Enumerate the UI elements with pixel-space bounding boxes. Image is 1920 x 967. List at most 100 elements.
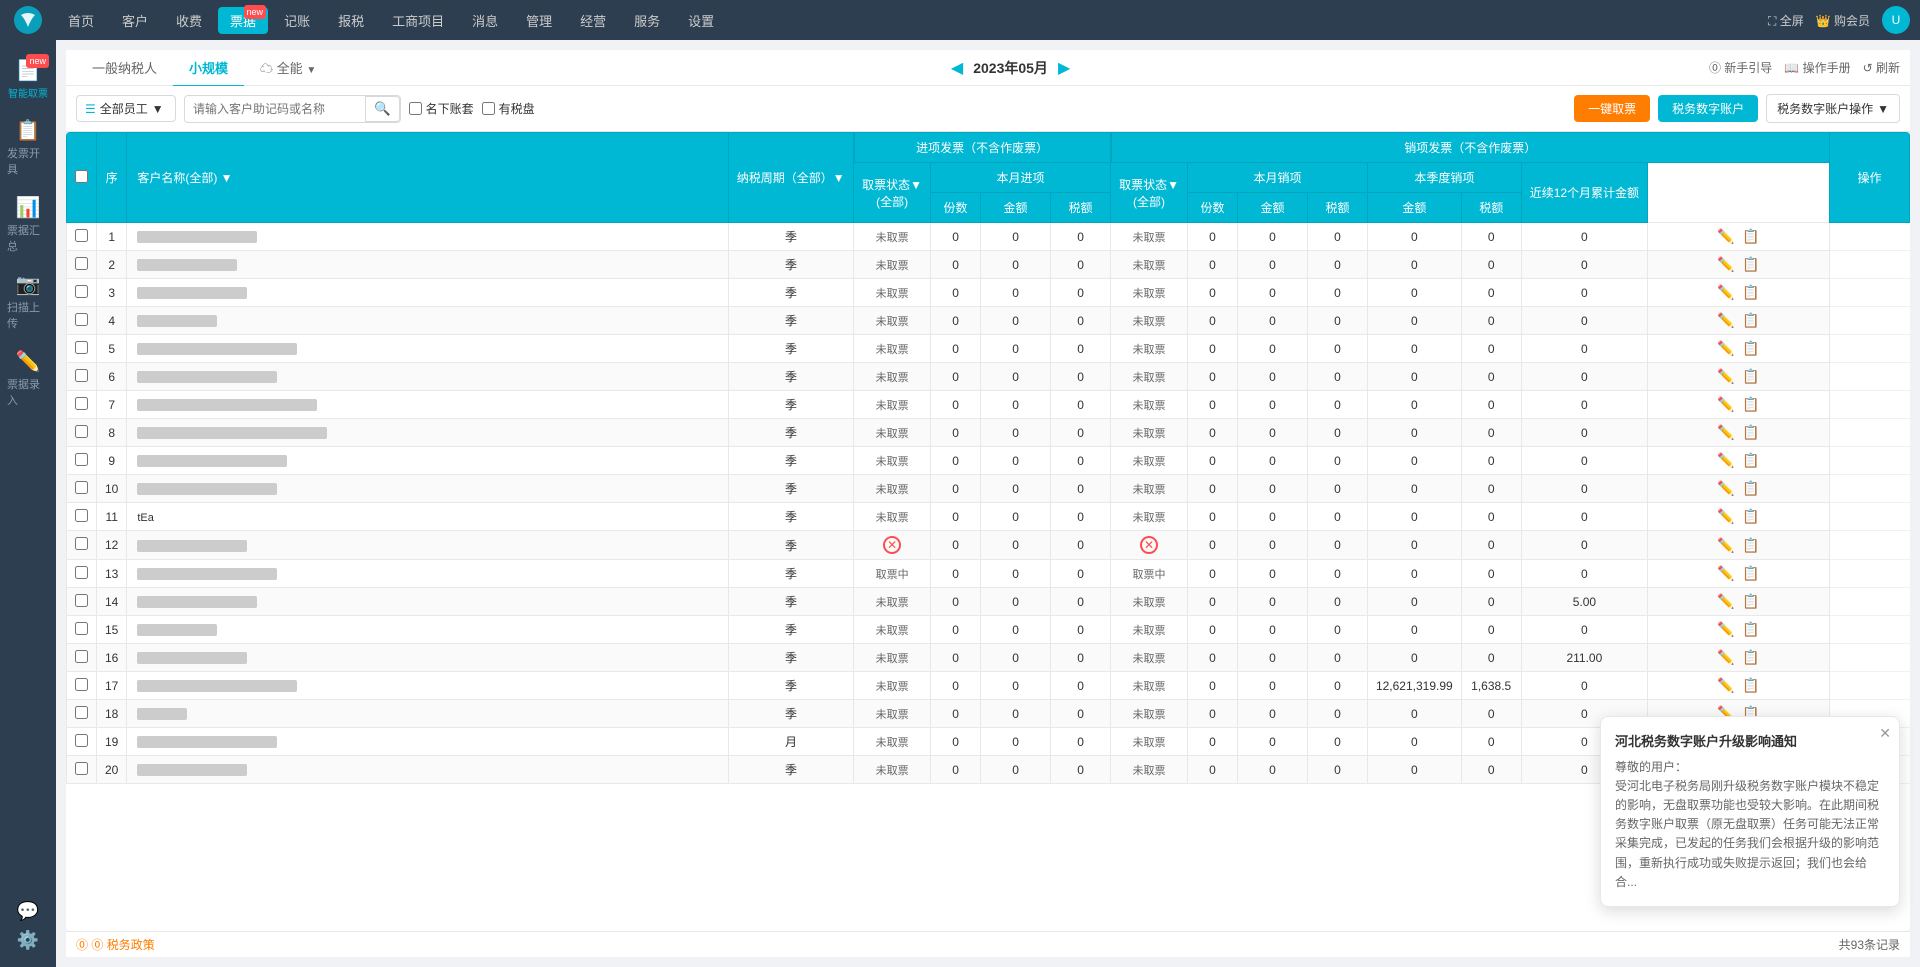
edit-btn[interactable]: ✏️: [1715, 537, 1736, 553]
edit-btn[interactable]: ✏️: [1715, 340, 1736, 356]
cell-checkbox[interactable]: [67, 616, 97, 644]
copy-btn[interactable]: 📋: [1740, 452, 1761, 468]
search-input[interactable]: [185, 98, 365, 120]
row-checkbox[interactable]: [75, 397, 88, 410]
tax-digital-btn[interactable]: 税务数字账户: [1658, 95, 1758, 122]
row-checkbox[interactable]: [75, 369, 88, 382]
copy-btn[interactable]: 📋: [1740, 677, 1761, 693]
cell-checkbox[interactable]: [67, 531, 97, 560]
nav-tax[interactable]: 报税: [326, 7, 376, 34]
sidebar-item-invoice-summary[interactable]: 📊 票据汇总: [3, 187, 53, 262]
sidebar-item-invoice-issue[interactable]: 📋 发票开具: [3, 110, 53, 185]
sub-account-checkbox[interactable]: 名下账套: [409, 100, 474, 117]
th-checkbox[interactable]: [67, 133, 97, 223]
row-checkbox[interactable]: [75, 341, 88, 354]
copy-btn[interactable]: 📋: [1740, 593, 1761, 609]
nav-invoice[interactable]: 票据 new: [218, 7, 268, 34]
has-taxdisk-checkbox[interactable]: 有税盘: [482, 100, 535, 117]
tax-digital-op-btn[interactable]: 税务数字账户操作 ▼: [1766, 94, 1900, 123]
th-in-status[interactable]: 取票状态▼(全部): [854, 163, 931, 223]
refresh-btn[interactable]: ↺ 刷新: [1863, 59, 1900, 76]
copy-btn[interactable]: 📋: [1740, 649, 1761, 665]
cell-checkbox[interactable]: [67, 447, 97, 475]
cell-checkbox[interactable]: [67, 223, 97, 251]
has-taxdisk-input[interactable]: [482, 102, 495, 115]
row-checkbox[interactable]: [75, 734, 88, 747]
tab-small[interactable]: 小规模: [173, 50, 244, 87]
sidebar-item-scan-upload[interactable]: 📷 扫描上传: [3, 264, 53, 339]
cell-checkbox[interactable]: [67, 419, 97, 447]
vip-btn[interactable]: 👑 购会员: [1816, 12, 1870, 29]
cell-checkbox[interactable]: [67, 560, 97, 588]
cell-checkbox[interactable]: [67, 503, 97, 531]
edit-btn[interactable]: ✏️: [1715, 256, 1736, 272]
edit-btn[interactable]: ✏️: [1715, 368, 1736, 384]
cell-checkbox[interactable]: [67, 335, 97, 363]
cell-checkbox[interactable]: [67, 475, 97, 503]
employee-select[interactable]: ☰ 全部员工 ▼: [76, 95, 176, 122]
tab-general[interactable]: 一般纳税人: [76, 50, 173, 87]
row-checkbox[interactable]: [75, 622, 88, 635]
nav-fee[interactable]: 收费: [164, 7, 214, 34]
cell-checkbox[interactable]: [67, 588, 97, 616]
search-button[interactable]: 🔍: [365, 96, 400, 122]
nav-operation[interactable]: 经营: [568, 7, 618, 34]
edit-btn[interactable]: ✏️: [1715, 649, 1736, 665]
notification-close-btn[interactable]: ✕: [1879, 725, 1891, 742]
copy-btn[interactable]: 📋: [1740, 368, 1761, 384]
edit-btn[interactable]: ✏️: [1715, 508, 1736, 524]
cell-checkbox[interactable]: [67, 728, 97, 756]
fullscreen-btn[interactable]: ⛶ 全屏: [1768, 12, 1804, 29]
nav-client[interactable]: 客户: [110, 7, 160, 34]
edit-btn[interactable]: ✏️: [1715, 284, 1736, 300]
copy-btn[interactable]: 📋: [1740, 621, 1761, 637]
select-all-checkbox[interactable]: [75, 170, 88, 183]
row-checkbox[interactable]: [75, 453, 88, 466]
copy-btn[interactable]: 📋: [1740, 312, 1761, 328]
row-checkbox[interactable]: [75, 285, 88, 298]
new-guide-btn[interactable]: ⓪ 新手引导: [1709, 59, 1772, 76]
copy-btn[interactable]: 📋: [1740, 284, 1761, 300]
row-checkbox[interactable]: [75, 566, 88, 579]
one-click-btn[interactable]: 一键取票: [1574, 95, 1650, 122]
sidebar-item-invoice-entry[interactable]: ✏️ 票据录入: [3, 341, 53, 416]
copy-btn[interactable]: 📋: [1740, 480, 1761, 496]
copy-btn[interactable]: 📋: [1740, 228, 1761, 244]
sidebar-item-smart-ticket[interactable]: 📄 智能取票 new: [3, 50, 53, 108]
th-out-status[interactable]: 取票状态▼(全部): [1111, 163, 1188, 223]
copy-btn[interactable]: 📋: [1740, 424, 1761, 440]
cell-checkbox[interactable]: [67, 363, 97, 391]
cell-checkbox[interactable]: [67, 756, 97, 784]
nav-message[interactable]: 消息: [460, 7, 510, 34]
cell-checkbox[interactable]: [67, 700, 97, 728]
copy-btn[interactable]: 📋: [1740, 340, 1761, 356]
row-checkbox[interactable]: [75, 706, 88, 719]
row-checkbox[interactable]: [75, 313, 88, 326]
row-checkbox[interactable]: [75, 509, 88, 522]
row-checkbox[interactable]: [75, 678, 88, 691]
copy-btn[interactable]: 📋: [1740, 256, 1761, 272]
th-client[interactable]: 客户名称(全部) ▼: [127, 133, 728, 223]
edit-btn[interactable]: ✏️: [1715, 677, 1736, 693]
edit-btn[interactable]: ✏️: [1715, 452, 1736, 468]
cell-checkbox[interactable]: [67, 391, 97, 419]
copy-btn[interactable]: 📋: [1740, 396, 1761, 412]
chat-icon[interactable]: 💬: [17, 901, 39, 922]
row-checkbox[interactable]: [75, 537, 88, 550]
nav-home[interactable]: 首页: [56, 7, 106, 34]
edit-btn[interactable]: ✏️: [1715, 312, 1736, 328]
settings-icon[interactable]: ⚙️: [17, 930, 39, 951]
nav-bookkeeping[interactable]: 记账: [272, 7, 322, 34]
cell-checkbox[interactable]: [67, 672, 97, 700]
nav-manage[interactable]: 管理: [514, 7, 564, 34]
row-checkbox[interactable]: [75, 762, 88, 775]
edit-btn[interactable]: ✏️: [1715, 480, 1736, 496]
tab-all[interactable]: ☁ 全能 ▼: [244, 50, 332, 87]
row-checkbox[interactable]: [75, 229, 88, 242]
row-checkbox[interactable]: [75, 481, 88, 494]
cell-checkbox[interactable]: [67, 279, 97, 307]
sub-account-input[interactable]: [409, 102, 422, 115]
cell-checkbox[interactable]: [67, 644, 97, 672]
nav-service[interactable]: 服务: [622, 7, 672, 34]
edit-btn[interactable]: ✏️: [1715, 565, 1736, 581]
